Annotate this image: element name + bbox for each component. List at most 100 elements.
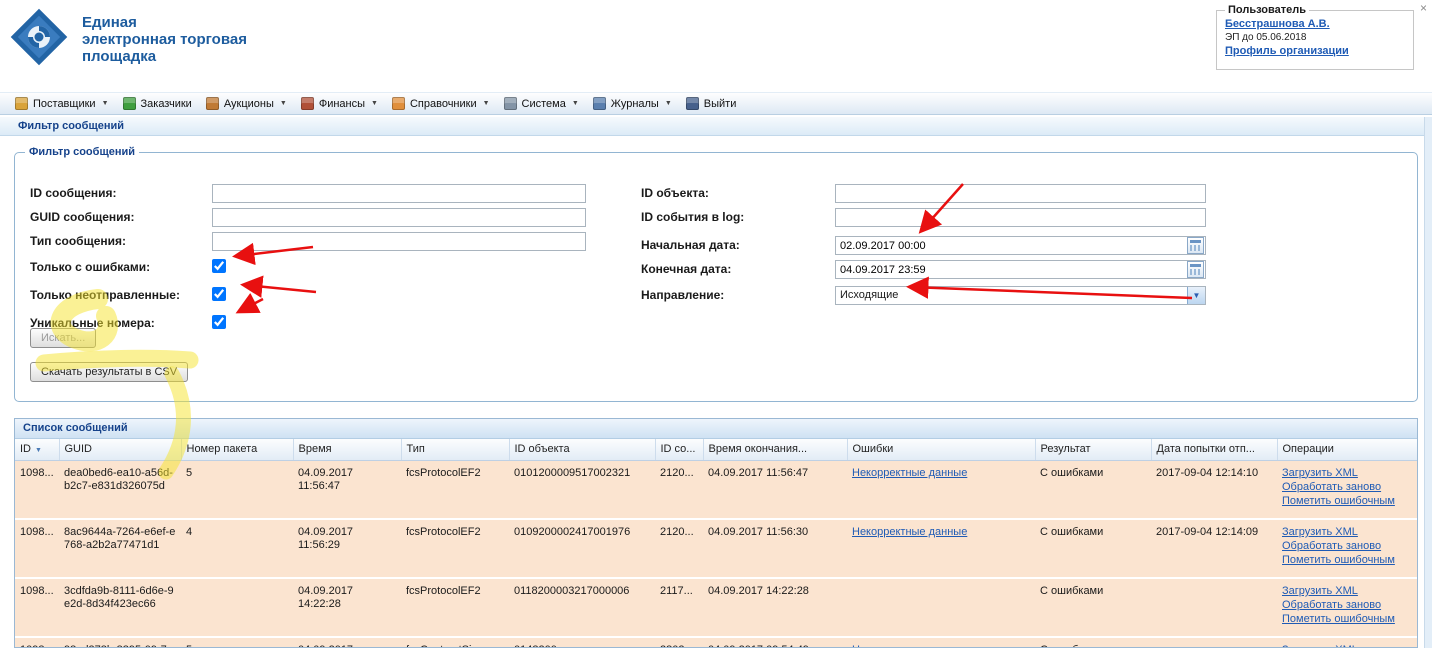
column-header-attempt-date[interactable]: Дата попытки отп... <box>1151 439 1278 461</box>
menu-item-suppliers[interactable]: Поставщики ▼ <box>8 94 116 113</box>
download-csv-button[interactable]: Скачать результаты в CSV <box>30 362 189 382</box>
menu-item-journals[interactable]: Журналы ▼ <box>586 94 679 113</box>
menu-item-label: Справочники <box>409 97 477 110</box>
message-row[interactable]: 1098... dea0bed6-ea10-a56d-b2c7-e831d326… <box>15 460 1417 520</box>
menu-item-exit[interactable]: Выйти <box>679 94 744 113</box>
customers-icon <box>122 97 136 110</box>
direction-select[interactable]: Исходящие ▼ <box>835 286 1206 305</box>
column-header-operations[interactable]: Операции <box>1277 439 1417 461</box>
chevron-down-icon: ▼ <box>371 100 378 107</box>
filter-row: Конечная дата: <box>15 260 1417 280</box>
column-header-event-id[interactable]: ID со... <box>655 439 704 461</box>
message-row[interactable]: 1098... 8ac9644a-7264-e6ef-e768-a2b2a774… <box>15 519 1417 579</box>
guid-input[interactable] <box>212 208 586 227</box>
chevron-down-icon: ▼ <box>101 100 109 107</box>
cell-end-time: 04.09.2017 11:56:47 <box>703 460 847 520</box>
cell-operations: Загрузить XML Обработать заново Пометить о… <box>1277 519 1417 579</box>
menu-item-finance[interactable]: Финансы ▼ <box>294 94 385 113</box>
messages-table: ID ▼ GUID Номер пакета Время Тип ID объек… <box>15 439 1417 647</box>
cell-attempt-date: 2017-09-04 12:14:10 <box>1151 460 1277 520</box>
error-details-link[interactable]: Некорректные данные <box>852 526 967 538</box>
chevron-down-icon: ▼ <box>1187 287 1205 304</box>
cell-package-number: 4 <box>181 519 293 579</box>
operation-link[interactable]: Пометить ошибочным <box>1282 613 1412 626</box>
operation-link[interactable]: Загрузить XML <box>1282 467 1412 480</box>
start-date-input[interactable] <box>835 236 1206 255</box>
cell-object-id: 0118200003217000006 <box>509 578 655 638</box>
operation-link[interactable]: Пометить ошибочным <box>1282 495 1412 508</box>
direction-label: Направление: <box>641 288 725 302</box>
close-icon[interactable]: × <box>1420 2 1427 14</box>
cell-time: 04.09.2017 14:22:28 <box>293 578 401 638</box>
operation-link[interactable]: Обработать заново <box>1282 599 1412 612</box>
cell-errors: Некорректные данные <box>847 637 1035 647</box>
column-header-errors[interactable]: Ошибки <box>847 439 1036 461</box>
cell-package-number: 5 <box>181 460 293 520</box>
column-header-object-id[interactable]: ID объекта <box>509 439 656 461</box>
message-id-input[interactable] <box>212 184 586 203</box>
calendar-icon[interactable] <box>1187 261 1204 278</box>
operation-link[interactable]: Обработать заново <box>1282 540 1412 553</box>
column-header-guid[interactable]: GUID <box>59 439 182 461</box>
start-date-label: Начальная дата: <box>641 238 740 252</box>
page-title: Фильтр сообщений <box>0 117 1432 136</box>
filter-row: Начальная дата: <box>15 236 1417 256</box>
unique-numbers-checkbox[interactable] <box>212 315 226 329</box>
only-unsent-checkbox[interactable] <box>212 287 226 301</box>
search-button[interactable]: Искать... <box>30 328 97 348</box>
filter-row: Уникальные номера: <box>15 314 1417 334</box>
cell-guid: 3cdfda9b-8111-6d6e-9e2d-8d34f423ec66 <box>59 578 181 638</box>
guid-label: GUID сообщения: <box>30 210 135 224</box>
menu-item-label: Поставщики <box>33 97 96 110</box>
cell-event-id: 2802... <box>655 637 703 647</box>
menu-item-system[interactable]: Система ▼ <box>497 94 586 113</box>
cell-object-id: 0148200... <box>509 637 655 647</box>
cell-time: 04.09.2017 11:56:47 <box>293 460 401 520</box>
cell-object-id: 0109200002417001976 <box>509 519 655 579</box>
directories-books-icon <box>391 97 405 110</box>
column-header-time[interactable]: Время <box>293 439 402 461</box>
menu-item-directories[interactable]: Справочники ▼ <box>385 94 497 113</box>
cell-operations: Загрузить XML Обработать заново Пометить о… <box>1277 460 1417 520</box>
column-header-type[interactable]: Тип <box>401 439 510 461</box>
column-header-id[interactable]: ID ▼ <box>15 439 60 461</box>
menu-item-auctions[interactable]: Аукционы ▼ <box>199 94 294 113</box>
menu-item-label: Аукционы <box>223 97 274 110</box>
chevron-down-icon: ▼ <box>664 100 672 107</box>
message-row[interactable]: 1098... 3cdfda9b-8111-6d6e-9e2d-8d34f423… <box>15 578 1417 638</box>
exit-door-icon <box>685 97 699 110</box>
object-id-input[interactable] <box>835 184 1206 203</box>
cell-result: С ошибками <box>1035 460 1151 520</box>
column-header-package[interactable]: Номер пакета <box>181 439 294 461</box>
cell-type: fcsProtocolEF2 <box>401 519 509 579</box>
app-title-line2: электронная торговая <box>82 31 247 48</box>
org-profile-link[interactable]: Профиль организации <box>1225 44 1405 58</box>
cell-result: С ошибками <box>1035 578 1151 638</box>
log-event-id-input[interactable] <box>835 208 1206 227</box>
user-name-link[interactable]: Бесстрашнова А.В. <box>1225 17 1405 31</box>
calendar-icon[interactable] <box>1187 237 1204 254</box>
cell-errors <box>847 578 1035 638</box>
error-details-link[interactable]: Некорректные данные <box>852 467 967 479</box>
operation-link[interactable]: Загрузить XML <box>1282 526 1412 539</box>
operation-link[interactable]: Загрузить XML <box>1282 644 1412 647</box>
cell-errors: Некорректные данные <box>847 519 1035 579</box>
cell-object-id: 0101200009517002321 <box>509 460 655 520</box>
operation-link[interactable]: Загрузить XML <box>1282 585 1412 598</box>
filter-panel-legend: Фильтр сообщений <box>29 146 136 158</box>
user-panel-legend: Пользователь <box>1228 4 1307 16</box>
column-header-end-time[interactable]: Время окончания... <box>703 439 848 461</box>
operation-link[interactable]: Обработать заново <box>1282 481 1412 494</box>
column-header-result[interactable]: Результат <box>1035 439 1152 461</box>
operation-link[interactable]: Пометить ошибочным <box>1282 554 1412 567</box>
menu-item-label: Заказчики <box>140 97 192 110</box>
error-details-link[interactable]: Некорректные данные <box>852 644 967 647</box>
menu-item-customers[interactable]: Заказчики <box>116 94 199 113</box>
cell-id: 1098... <box>15 460 59 520</box>
end-date-input[interactable] <box>835 260 1206 279</box>
messages-section: Список сообщений ID ▼ GUID Номер пакета В… <box>14 418 1418 648</box>
direction-selected-value: Исходящие <box>840 289 899 301</box>
message-row[interactable]: 1098... 98ed378b-8895-09-7... 5 04.09.20… <box>15 637 1417 647</box>
cell-time: 04.09.2017 11:56:29 <box>293 519 401 579</box>
finance-bank-icon <box>300 97 314 110</box>
